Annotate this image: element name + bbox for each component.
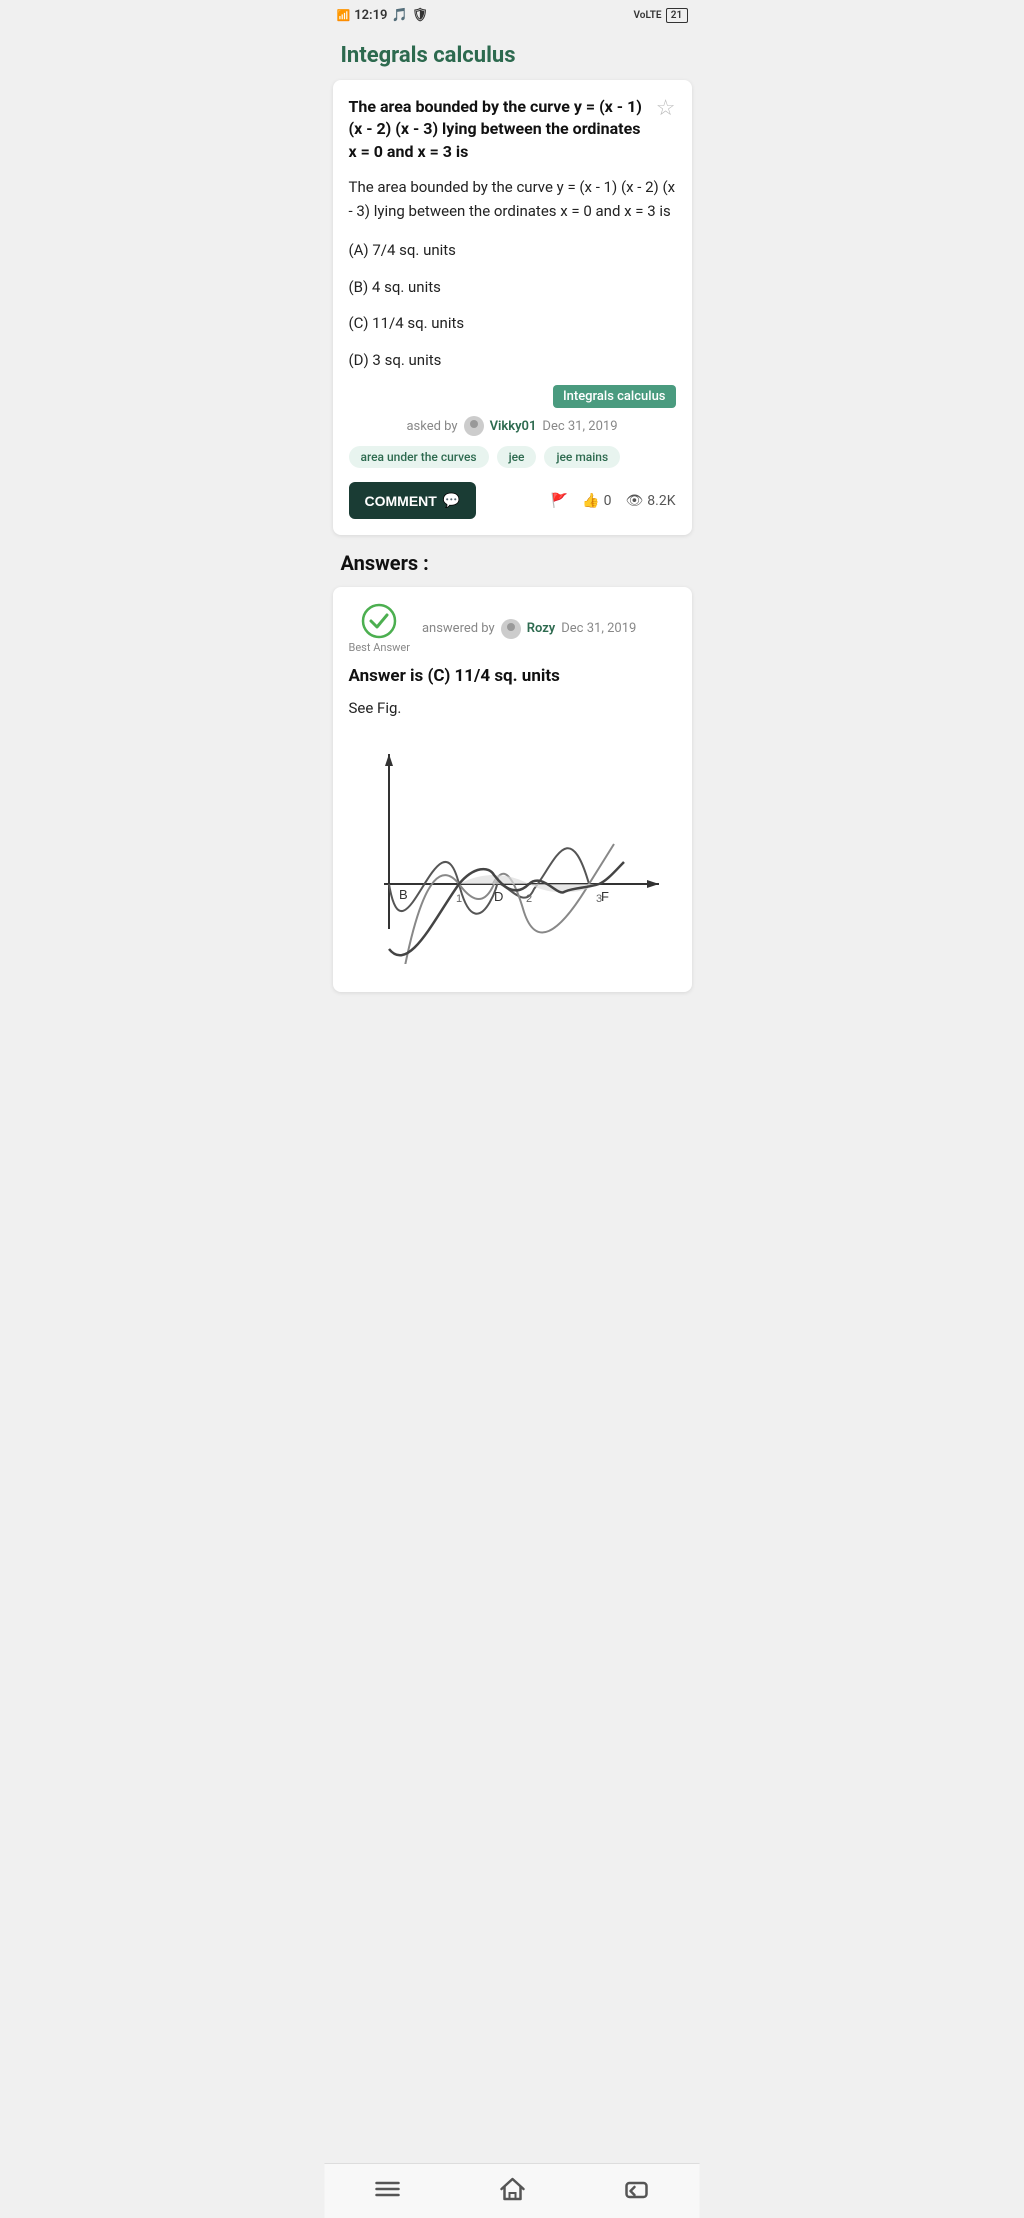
question-body: The area bounded by the curve y = (x - 1… [349, 175, 676, 223]
battery-indicator: 21 [666, 8, 688, 23]
best-answer-row: Best Answer answered by Rozy Dec 31, 201… [349, 603, 676, 654]
vpn-icon: 🛡 [412, 8, 429, 23]
status-bar: 📶 12:19 🎵 🛡 VoLTE 21 [325, 0, 700, 27]
check-icon [361, 603, 397, 639]
chip-jee[interactable]: jee [497, 446, 537, 468]
best-answer-label: Best Answer [349, 641, 410, 654]
answers-section-title: Answers : [325, 551, 700, 587]
chip-area-under-curves[interactable]: area under the curves [349, 446, 489, 468]
svg-text:D: D [494, 889, 503, 904]
option-b: (B) 4 sq. units [349, 276, 676, 299]
asker-avatar [464, 416, 484, 436]
graph-container: B D F 1 2 3 [349, 736, 676, 976]
action-icons: 🚩 👍 0 👁 8.2K [551, 493, 676, 509]
answer-graph: B D F 1 2 3 [349, 744, 679, 964]
svg-text:F: F [601, 889, 609, 904]
svg-text:2: 2 [526, 893, 532, 905]
volte-label: VoLTE [634, 10, 662, 21]
chips-row: area under the curves jee jee mains [349, 446, 676, 468]
question-header: The area bounded by the curve y = (x - 1… [349, 96, 676, 163]
answered-by: answered by Rozy Dec 31, 2019 [422, 619, 636, 639]
option-d: (D) 3 sq. units [349, 349, 676, 372]
comment-icon: 💬 [443, 492, 460, 509]
music-icon: 🎵 [391, 8, 407, 23]
eye-icon: 👁 [626, 493, 644, 509]
asker-name[interactable]: Vikky01 [490, 419, 537, 434]
action-row: COMMENT 💬 🚩 👍 0 👁 8.2K [349, 482, 676, 519]
asked-date: Dec 31, 2019 [542, 419, 617, 434]
svg-text:1: 1 [456, 893, 462, 905]
comment-label: COMMENT [365, 493, 437, 509]
flag-icon: 🚩 [551, 493, 568, 509]
asked-row: asked by Vikky01 Dec 31, 2019 [349, 416, 676, 436]
svg-text:3: 3 [596, 893, 602, 905]
signal-icon: 📶 [337, 9, 351, 22]
answered-label: answered by [422, 621, 495, 636]
home-nav-button[interactable] [492, 2174, 532, 2204]
status-right: VoLTE 21 [634, 8, 688, 23]
comment-button[interactable]: COMMENT 💬 [349, 482, 477, 519]
tag-row: Integrals calculus [349, 385, 676, 408]
menu-nav-button[interactable] [367, 2174, 407, 2204]
answer-title: Answer is (C) 11/4 sq. units [349, 666, 676, 686]
like-action[interactable]: 👍 0 [582, 493, 611, 509]
answer-card: Best Answer answered by Rozy Dec 31, 201… [333, 587, 692, 992]
like-count: 0 [604, 493, 612, 509]
question-title: The area bounded by the curve y = (x - 1… [349, 96, 656, 163]
answered-date: Dec 31, 2019 [561, 621, 636, 636]
svg-text:B: B [399, 887, 408, 902]
back-nav-button[interactable] [617, 2174, 657, 2204]
bottom-nav [325, 2163, 700, 2218]
page-title: Integrals calculus [325, 27, 700, 80]
best-answer-badge: Best Answer [349, 603, 410, 654]
answerer-name[interactable]: Rozy [527, 621, 556, 636]
answerer-avatar [501, 619, 521, 639]
chip-jee-mains[interactable]: jee mains [544, 446, 620, 468]
answer-body: See Fig. [349, 696, 676, 720]
status-left: 📶 12:19 🎵 🛡 [337, 8, 429, 23]
view-action: 👁 8.2K [626, 493, 676, 509]
asked-label: asked by [406, 419, 457, 434]
question-card: The area bounded by the curve y = (x - 1… [333, 80, 692, 535]
tag-area: Integrals calculus asked by Vikky01 Dec … [349, 385, 676, 519]
thumbs-up-icon: 👍 [582, 493, 599, 509]
option-c: (C) 11/4 sq. units [349, 312, 676, 335]
bookmark-icon[interactable]: ☆ [656, 96, 676, 121]
flag-action[interactable]: 🚩 [551, 493, 568, 509]
subject-tag[interactable]: Integrals calculus [553, 385, 676, 408]
option-a: (A) 7/4 sq. units [349, 239, 676, 262]
status-time: 12:19 [354, 8, 387, 23]
view-count: 8.2K [647, 493, 675, 509]
